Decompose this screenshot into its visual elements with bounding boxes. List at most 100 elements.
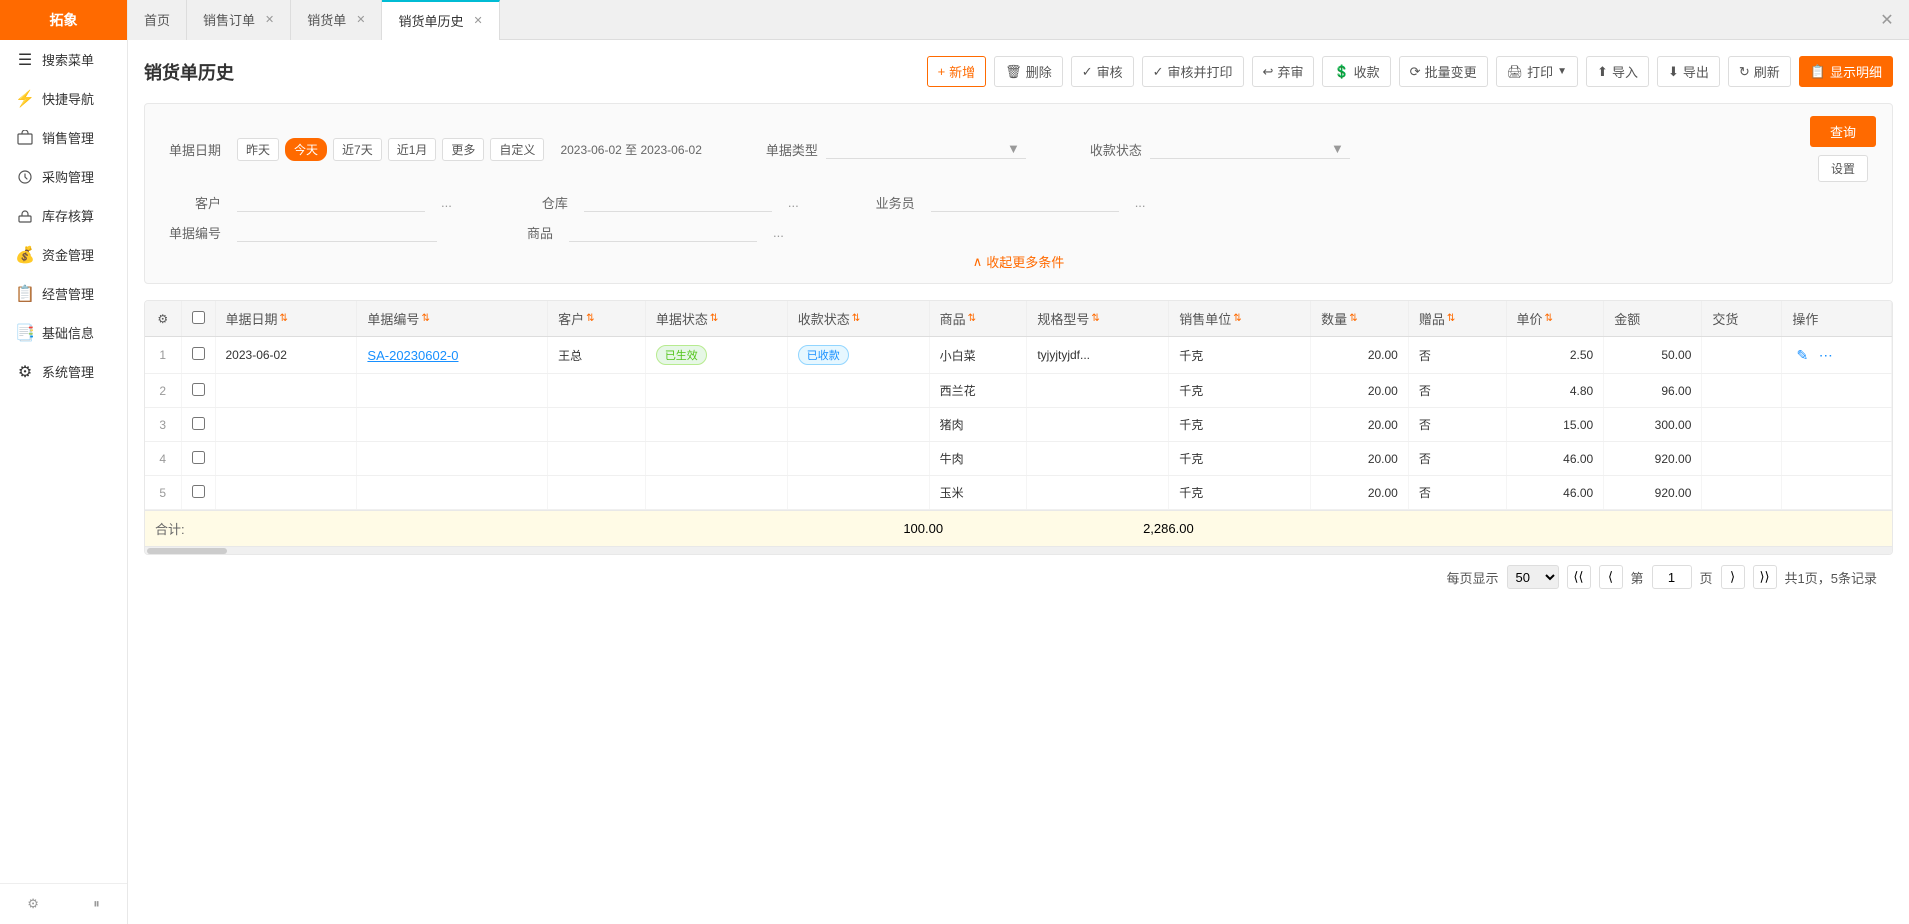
th-unit-price[interactable]: 单价 ⇅ (1506, 301, 1604, 337)
doc-no-link[interactable]: SA-20230602-0 (367, 348, 458, 363)
more-op-button[interactable]: ⋯ (1816, 345, 1836, 365)
select-all-checkbox[interactable] (192, 311, 205, 324)
date-btn-more[interactable]: 更多 (442, 138, 484, 161)
cell-checkbox[interactable] (181, 442, 215, 476)
date-btn-yesterday[interactable]: 昨天 (237, 138, 279, 161)
customer-dots[interactable]: ... (441, 195, 452, 210)
sidebar-item-finance[interactable]: 💰 资金管理 (0, 235, 127, 274)
abandon-button[interactable]: ↩ 弃审 (1252, 56, 1315, 87)
page-number-input[interactable]: 1 (1652, 565, 1692, 589)
settings-bottom-icon[interactable]: ⚙ (27, 896, 39, 912)
date-btn-7days[interactable]: 近7天 (333, 138, 382, 161)
export-button[interactable]: ⬇ 导出 (1657, 56, 1720, 87)
cell-payment-status (787, 408, 929, 442)
th-gear[interactable]: ⚙ (145, 301, 181, 337)
tab-sales-delivery[interactable]: 销货单 ✕ (291, 0, 382, 40)
warehouse-input[interactable] (584, 192, 772, 212)
cell-checkbox[interactable] (181, 337, 215, 374)
th-quantity[interactable]: 数量 ⇅ (1311, 301, 1409, 337)
th-doc-date[interactable]: 单据日期 ⇅ (215, 301, 357, 337)
sidebar-item-inventory[interactable]: 库存核算 (0, 196, 127, 235)
th-spec[interactable]: 规格型号 ⇅ (1027, 301, 1169, 337)
tab-sales-history-close[interactable]: ✕ (474, 14, 483, 27)
salesperson-dots[interactable]: ... (1135, 195, 1146, 210)
cell-checkbox[interactable] (181, 374, 215, 408)
customer-input[interactable] (237, 192, 425, 212)
salesperson-input[interactable] (931, 192, 1119, 212)
audit-print-button[interactable]: ✓ 审核并打印 (1142, 56, 1244, 87)
setting-button[interactable]: 设置 (1818, 155, 1868, 182)
goods-filter-input[interactable] (569, 222, 757, 242)
sidebar-item-basic-info[interactable]: 📑 基础信息 (0, 313, 127, 352)
doc-type-select[interactable]: ▼ (826, 139, 1026, 159)
date-btn-custom[interactable]: 自定义 (490, 138, 544, 161)
th-payment-status[interactable]: 收款状态 ⇅ (787, 301, 929, 337)
cell-operation (1782, 476, 1892, 510)
cell-doc-no[interactable] (357, 476, 548, 510)
row-checkbox[interactable] (192, 485, 205, 498)
row-checkbox[interactable] (192, 383, 205, 396)
sidebar-item-search-menu[interactable]: ☰ 搜索菜单 (0, 40, 127, 79)
tab-sales-order[interactable]: 销售订单 ✕ (187, 0, 291, 40)
edit-op-button[interactable]: ✎ (1792, 345, 1812, 365)
row-checkbox[interactable] (192, 451, 205, 464)
cell-doc-no[interactable]: SA-20230602-0 (357, 337, 548, 374)
sidebar-item-operation[interactable]: 📋 经营管理 (0, 274, 127, 313)
th-checkbox[interactable] (181, 301, 215, 337)
first-page-button[interactable]: ⟨⟨ (1567, 565, 1591, 589)
delete-button[interactable]: 🗑 删除 (994, 56, 1063, 87)
prev-page-button[interactable]: ⟨ (1599, 565, 1623, 589)
sidebar-item-sales-mgmt[interactable]: 销售管理 (0, 118, 127, 157)
date-btn-1month[interactable]: 近1月 (388, 138, 437, 161)
horizontal-scrollbar[interactable] (145, 546, 1892, 554)
query-button[interactable]: 查询 (1810, 116, 1876, 147)
collect-button[interactable]: 💲 收款 (1322, 56, 1390, 87)
sidebar-item-purchase-mgmt[interactable]: 采购管理 (0, 157, 127, 196)
payment-status-select[interactable]: ▼ (1150, 139, 1350, 159)
row-checkbox[interactable] (192, 347, 205, 360)
window-close-button[interactable]: ✕ (1873, 6, 1901, 34)
tab-home[interactable]: 首页 (128, 0, 187, 40)
tab-sales-order-label: 销售订单 (203, 10, 255, 29)
print-icon: 🖨 (1507, 64, 1524, 80)
th-goods[interactable]: 商品 ⇅ (929, 301, 1027, 337)
th-unit-price-label: 单价 (1517, 309, 1543, 328)
cell-doc-no[interactable] (357, 408, 548, 442)
th-gift[interactable]: 赠品 ⇅ (1408, 301, 1506, 337)
scrollbar-thumb[interactable] (147, 548, 227, 554)
last-page-button[interactable]: ⟩⟩ (1753, 565, 1777, 589)
th-sales-unit[interactable]: 销售单位 ⇅ (1169, 301, 1311, 337)
row-checkbox[interactable] (192, 417, 205, 430)
cell-checkbox[interactable] (181, 476, 215, 510)
warehouse-dots[interactable]: ... (788, 195, 799, 210)
cell-doc-date (215, 442, 357, 476)
audit-button[interactable]: ✓ 审核 (1071, 56, 1134, 87)
date-btn-today[interactable]: 今天 (285, 138, 327, 161)
cell-gift: 否 (1408, 408, 1506, 442)
pause-bottom-icon[interactable]: ⏸ (93, 896, 100, 912)
sidebar-item-quick-nav[interactable]: ⚡ 快捷导航 (0, 79, 127, 118)
tab-sales-delivery-close[interactable]: ✕ (356, 13, 365, 26)
tab-sales-history[interactable]: 销货单历史 ✕ (382, 0, 499, 40)
import-button[interactable]: ⬆ 导入 (1586, 56, 1649, 87)
cell-doc-no[interactable] (357, 442, 548, 476)
sidebar-item-system-mgmt[interactable]: ⚙ 系统管理 (0, 352, 127, 391)
per-page-select[interactable]: 50 20 100 (1507, 565, 1559, 589)
next-page-button[interactable]: ⟩ (1721, 565, 1745, 589)
th-doc-no[interactable]: 单据编号 ⇅ (357, 301, 548, 337)
goods-dots[interactable]: ... (773, 225, 784, 240)
th-doc-status[interactable]: 单据状态 ⇅ (645, 301, 787, 337)
collapse-btn[interactable]: ∧ 收起更多条件 (973, 252, 1065, 271)
print-button[interactable]: 🖨 打印 ▼ (1496, 56, 1578, 87)
doc-no-input[interactable] (237, 222, 437, 242)
tab-sales-order-close[interactable]: ✕ (265, 13, 274, 26)
cell-checkbox[interactable] (181, 408, 215, 442)
th-customer[interactable]: 客户 ⇅ (548, 301, 646, 337)
refresh-button[interactable]: ↻ 刷新 (1728, 56, 1791, 87)
salesperson-label: 业务员 (855, 193, 915, 212)
add-button[interactable]: + 新增 (927, 56, 987, 87)
th-amount: 金额 (1604, 301, 1702, 337)
display-detail-button[interactable]: 📋 显示明细 (1799, 56, 1893, 87)
cell-doc-no[interactable] (357, 374, 548, 408)
batch-change-button[interactable]: ⟳ 批量变更 (1399, 56, 1488, 87)
